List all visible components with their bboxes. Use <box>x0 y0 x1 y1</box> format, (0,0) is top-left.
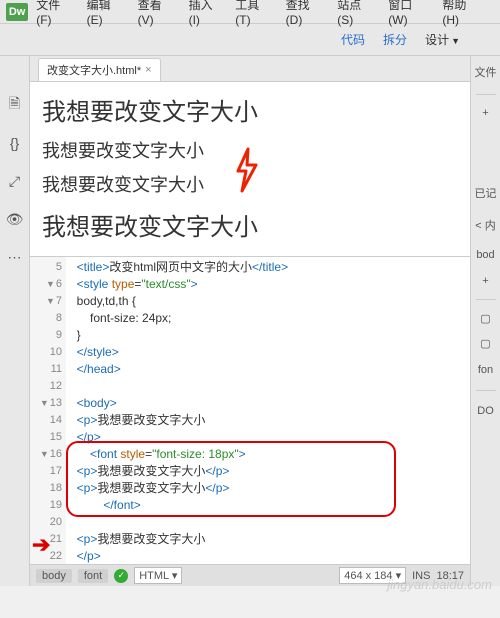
design-preview[interactable]: 我想要改变文字大小 我想要改变文字大小 我想要改变文字大小 我想要改变文字大小 <box>30 82 470 257</box>
code-content[interactable]: <title>改变html网页中文字的大小</title> <style typ… <box>66 257 470 564</box>
files-panel-label[interactable]: 文件 <box>473 62 499 82</box>
preview-line-1: 我想要改变文字大小 <box>42 92 458 127</box>
document-tab[interactable]: 改变文字大小.html* × <box>38 58 161 81</box>
panel-icon-2[interactable]: ▢ <box>480 337 490 350</box>
panel-icon-1[interactable]: ▢ <box>480 312 490 325</box>
crumb-font[interactable]: font <box>78 569 108 583</box>
ok-icon[interactable]: ✓ <box>114 569 128 583</box>
code-editor[interactable]: 5▼6▼789101112▼131415▼1617181920212223 <t… <box>30 257 470 564</box>
panel-label-fon[interactable]: fon <box>476 362 495 378</box>
left-toolbar: 🗎 {} ⤢ 👁 ⋯ <box>0 56 30 586</box>
menu-find[interactable]: 查找(D) <box>286 0 324 27</box>
eye-icon[interactable]: 👁 <box>6 210 24 228</box>
menu-tools[interactable]: 工具(T) <box>235 0 271 27</box>
panel-label-3[interactable]: bod <box>474 247 496 263</box>
more-icon[interactable]: ⋯ <box>6 248 24 266</box>
menu-site[interactable]: 站点(S) <box>337 0 374 27</box>
panel-label-2[interactable]: < 内 <box>473 215 497 235</box>
view-design-dropdown[interactable]: 设计▼ <box>425 31 460 48</box>
view-split-button[interactable]: 拆分 <box>383 31 407 48</box>
expand-icon[interactable]: ⤢ <box>6 172 24 190</box>
menu-edit[interactable]: 编辑(E) <box>87 0 124 27</box>
annotation-arrow-icon: ➔ <box>32 532 50 558</box>
preview-line-3: 我想要改变文字大小 <box>42 171 458 197</box>
lightning-icon <box>232 147 260 201</box>
preview-line-4: 我想要改变文字大小 <box>42 207 458 242</box>
language-select[interactable]: HTML ▾ <box>134 567 182 584</box>
brackets-icon[interactable]: {} <box>6 134 24 152</box>
watermark: jingyan.baidu.com <box>387 577 492 592</box>
view-code-button[interactable]: 代码 <box>341 31 365 48</box>
menu-window[interactable]: 窗口(W) <box>388 0 428 27</box>
menu-help[interactable]: 帮助(H) <box>442 0 480 27</box>
panel-label-1[interactable]: 已记 <box>473 183 499 203</box>
menu-insert[interactable]: 插入(I) <box>189 0 222 27</box>
menubar: Dw 文件(F) 编辑(E) 查看(V) 插入(I) 工具(T) 查找(D) 站… <box>0 0 500 24</box>
close-icon[interactable]: × <box>145 64 151 76</box>
line-gutter: 5▼6▼789101112▼131415▼1617181920212223 <box>30 257 66 564</box>
menu-view[interactable]: 查看(V) <box>138 0 175 27</box>
right-panel: 文件 + 已记 < 内 bod + ▢ ▢ fon DO <box>470 56 500 586</box>
view-switcher-row: 代码 拆分 设计▼ <box>0 24 500 56</box>
panel-label-do[interactable]: DO <box>475 403 496 419</box>
menu-file[interactable]: 文件(F) <box>36 0 72 27</box>
tab-bar: 改变文字大小.html* × <box>30 56 470 82</box>
tab-label: 改变文字大小.html* <box>47 62 141 78</box>
crumb-body[interactable]: body <box>36 569 72 583</box>
file-icon[interactable]: 🗎 <box>6 96 24 114</box>
plus-icon[interactable]: + <box>482 107 488 119</box>
app-logo: Dw <box>6 3 28 21</box>
plus-icon-2[interactable]: + <box>482 275 488 287</box>
